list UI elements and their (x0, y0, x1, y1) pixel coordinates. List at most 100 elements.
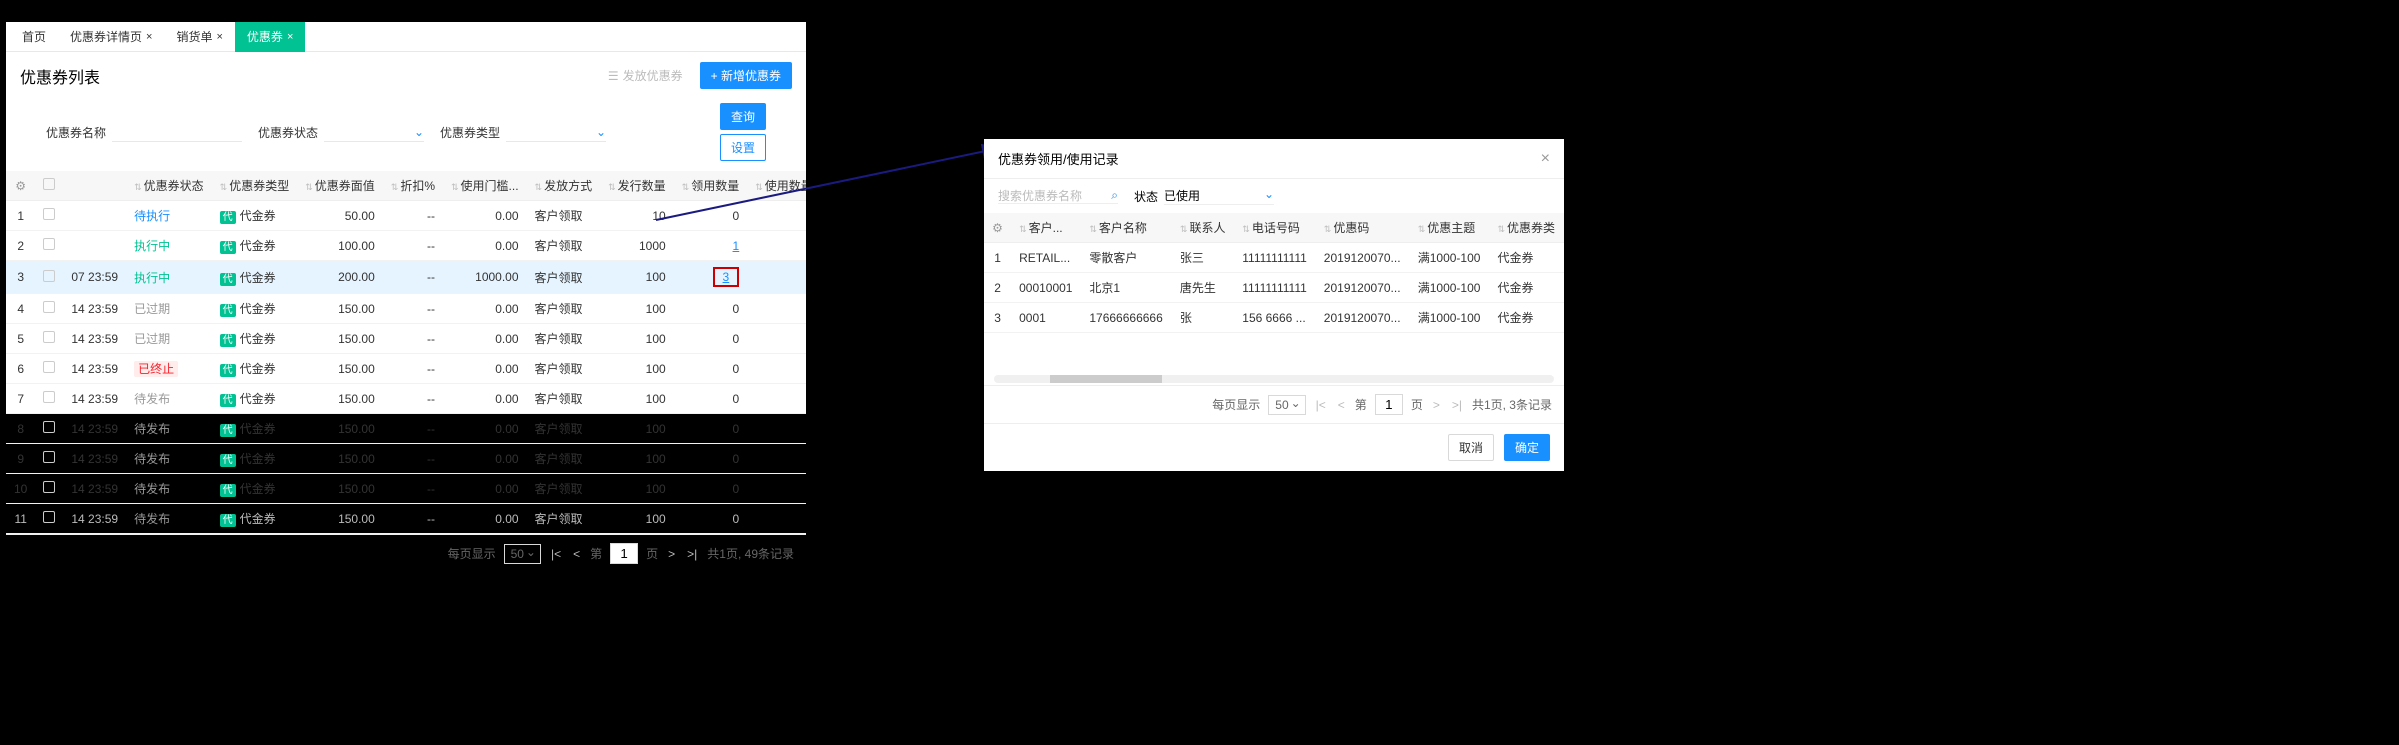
row-threshold: 0.00 (443, 354, 527, 384)
table-row[interactable]: 307 23:59执行中代代金券200.00--1000.00客户领取10031… (6, 261, 806, 294)
row-check (35, 324, 63, 354)
pagination-summary: 共1页, 49条记录 (707, 545, 794, 562)
page-input[interactable] (610, 543, 638, 564)
column-header[interactable]: 客户... (1011, 213, 1081, 243)
row-issue: 1000 (600, 231, 674, 261)
query-button[interactable]: 查询 (720, 103, 766, 130)
last-page-icon[interactable]: >| (685, 547, 699, 561)
per-page-select[interactable]: 50 (504, 544, 541, 564)
modal-per-page-select[interactable]: 50 (1268, 395, 1305, 415)
cell-type: 代金券 (1489, 273, 1564, 303)
first-page-icon[interactable]: |< (549, 547, 563, 561)
search-icon[interactable]: ⌕ (1111, 188, 1118, 203)
column-header[interactable]: 发放方式 (527, 171, 601, 201)
prev-page-icon[interactable]: < (1336, 398, 1347, 412)
checkbox[interactable] (43, 481, 55, 493)
column-header[interactable]: 优惠券面值 (297, 171, 383, 201)
claim-link[interactable]: 3 (723, 270, 730, 284)
tab-首页[interactable]: 首页 (10, 22, 58, 52)
table-row[interactable]: 714 23:59待发布代代金券150.00--0.00客户领取10000↗▦ (6, 384, 806, 414)
column-header[interactable]: 客户名称 (1081, 213, 1172, 243)
checkbox[interactable] (43, 391, 55, 403)
column-header[interactable]: 折扣% (383, 171, 443, 201)
add-coupon-button[interactable]: + 新增优惠券 (700, 62, 792, 89)
table-row[interactable]: 814 23:59待发布代代金券150.00--0.00客户领取10000↗▦ (6, 414, 806, 444)
column-header[interactable]: 电话号码 (1234, 213, 1316, 243)
modal-page-input[interactable] (1375, 394, 1403, 415)
table-row[interactable]: 414 23:59已过期代代金券150.00--0.00客户领取10000↗▦ (6, 294, 806, 324)
column-header[interactable]: 优惠码 (1316, 213, 1410, 243)
checkbox[interactable] (43, 238, 55, 250)
cancel-button[interactable]: 取消 (1448, 434, 1494, 461)
table-row[interactable]: 3000117666666666张156 6666 ...2019120070.… (984, 303, 1564, 333)
row-claim: 0 (674, 324, 748, 354)
close-icon[interactable]: × (1541, 150, 1550, 168)
last-page-icon[interactable]: >| (1450, 398, 1464, 412)
filter-bar: 优惠券名称 优惠券状态 ⌄ 优惠券类型 ⌄ 查询 设置 (6, 99, 806, 171)
row-discount: -- (383, 201, 443, 231)
checkbox[interactable] (43, 208, 55, 220)
row-discount: -- (383, 324, 443, 354)
row-issue: 100 (600, 414, 674, 444)
settings-button[interactable]: 设置 (720, 134, 766, 161)
checkbox-all[interactable] (43, 178, 55, 190)
column-header[interactable]: 优惠主题 (1410, 213, 1490, 243)
claim-link[interactable]: 1 (733, 239, 740, 253)
checkbox[interactable] (43, 511, 55, 523)
first-page-icon[interactable]: |< (1314, 398, 1328, 412)
prev-page-icon[interactable]: < (571, 547, 582, 561)
table-row[interactable]: 1014 23:59待发布代代金券150.00--0.00客户领取10000↗▦ (6, 474, 806, 504)
column-header[interactable]: 领用数量 (674, 171, 748, 201)
column-header[interactable]: 使用门槛... (443, 171, 527, 201)
column-header[interactable]: 优惠券类型 (212, 171, 298, 201)
column-header[interactable]: ⚙ (984, 213, 1011, 243)
confirm-button[interactable]: 确定 (1504, 434, 1550, 461)
modal-status-select[interactable]: 已使用 ⌄ (1164, 187, 1274, 205)
gear-icon[interactable]: ⚙ (15, 179, 26, 193)
table-row[interactable]: 200010001北京1唐先生111111111112019120070...满… (984, 273, 1564, 303)
filter-status-select[interactable]: ⌄ (324, 123, 424, 142)
row-check (35, 444, 63, 474)
row-claim: 1 (674, 231, 748, 261)
tab-销货单[interactable]: 销货单× (164, 22, 234, 52)
header-actions: ☰ 发放优惠券 + 新增优惠券 (597, 62, 792, 89)
tab-优惠券详情页[interactable]: 优惠券详情页× (58, 22, 164, 52)
row-discount: -- (383, 261, 443, 294)
column-header[interactable]: 优惠券状态 (126, 171, 212, 201)
table-row[interactable]: 914 23:59待发布代代金券150.00--0.00客户领取10000↗▦ (6, 444, 806, 474)
checkbox[interactable] (43, 270, 55, 282)
table-row[interactable]: 1待执行代代金券50.00--0.00客户领取1000↗▦ (6, 201, 806, 231)
horizontal-scrollbar[interactable] (994, 375, 1554, 383)
filter-name-input[interactable] (112, 123, 242, 142)
filter-type-select[interactable]: ⌄ (506, 123, 606, 142)
tab-优惠券[interactable]: 优惠券× (235, 22, 305, 52)
checkbox[interactable] (43, 331, 55, 343)
column-header[interactable] (63, 171, 126, 201)
table-row[interactable]: 1114 23:59待发布代代金券150.00--0.00客户领取10000↗▦ (6, 504, 806, 534)
usage-record-modal: 优惠券领用/使用记录 × ⌕ 状态 已使用 ⌄ ⚙客户...客户名称联系人电话号… (984, 139, 1564, 471)
close-icon[interactable]: × (216, 22, 222, 52)
row-used: 0 (747, 201, 806, 231)
table-row[interactable]: 614 23:59已终止代代金券150.00--0.00客户领取10000↗▦ (6, 354, 806, 384)
checkbox[interactable] (43, 451, 55, 463)
column-header[interactable]: 优惠券类 (1489, 213, 1564, 243)
column-header[interactable] (35, 171, 63, 201)
table-row[interactable]: 2执行中代代金券100.00--0.00客户领取100010↗▦ (6, 231, 806, 261)
table-row[interactable]: 1RETAIL...零散客户张三111111111112019120070...… (984, 243, 1564, 273)
next-page-icon[interactable]: > (1431, 398, 1442, 412)
checkbox[interactable] (43, 421, 55, 433)
checkbox[interactable] (43, 301, 55, 313)
cell-code: 2019120070... (1316, 303, 1410, 333)
close-icon[interactable]: × (287, 22, 293, 52)
modal-search-input[interactable] (998, 189, 1088, 203)
checkbox[interactable] (43, 361, 55, 373)
column-header[interactable]: 发行数量 (600, 171, 674, 201)
column-header[interactable]: 使用数量 (747, 171, 806, 201)
next-page-icon[interactable]: > (666, 547, 677, 561)
table-row[interactable]: 514 23:59已过期代代金券150.00--0.00客户领取10000↗▦ (6, 324, 806, 354)
close-icon[interactable]: × (146, 22, 152, 52)
row-method: 客户领取 (527, 474, 601, 504)
column-header[interactable]: 联系人 (1172, 213, 1234, 243)
gear-icon[interactable]: ⚙ (992, 221, 1003, 235)
column-header[interactable]: ⚙ (6, 171, 35, 201)
